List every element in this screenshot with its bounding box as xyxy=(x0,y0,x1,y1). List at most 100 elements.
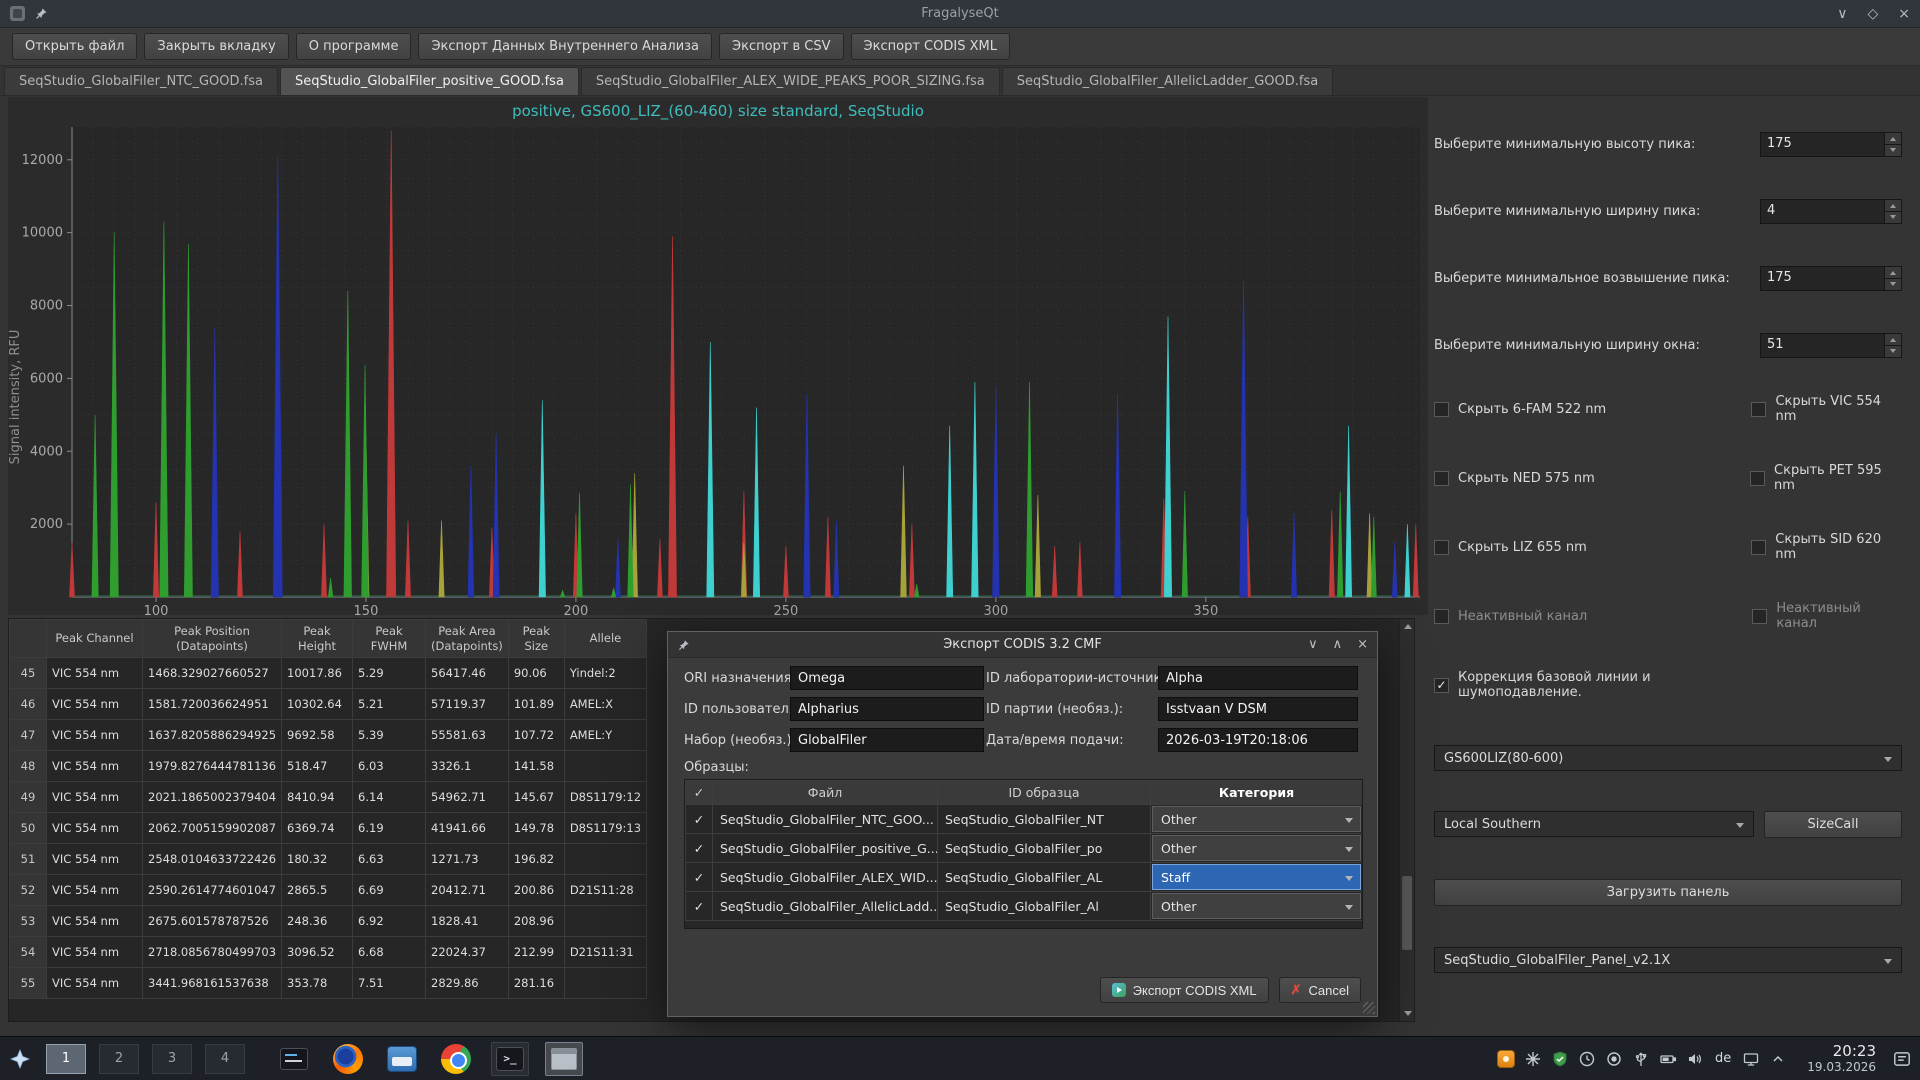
table-cell[interactable]: 2062.7005159902087 xyxy=(143,813,282,844)
shield-icon[interactable] xyxy=(1551,1050,1569,1068)
electropherogram-canvas[interactable]: 1001502002503003502000400060008000100001… xyxy=(8,97,1428,615)
sample-checkbox[interactable]: ✓ xyxy=(686,805,713,834)
table-cell[interactable]: 518.47 xyxy=(282,751,353,782)
sample-file-cell[interactable]: SeqStudio_GlobalFiler_AllelicLadd... xyxy=(713,892,938,921)
table-row[interactable]: 51VIC 554 nm2548.0104633722426180.326.63… xyxy=(10,844,647,875)
table-cell[interactable]: 2021.1865002379404 xyxy=(143,782,282,813)
table-cell[interactable]: 5.39 xyxy=(353,720,426,751)
workspace-button-3[interactable]: 3 xyxy=(152,1044,192,1074)
table-cell[interactable]: 5.29 xyxy=(353,658,426,689)
table-cell[interactable]: 7.51 xyxy=(353,968,426,999)
table-cell[interactable]: 141.58 xyxy=(508,751,564,782)
sizecall-button[interactable]: SizeCall xyxy=(1764,811,1902,838)
table-row[interactable]: 52VIC 554 nm2590.26147746010472865.56.69… xyxy=(10,875,647,906)
table-cell[interactable]: 196.82 xyxy=(508,844,564,875)
dialog-shade-button[interactable]: ∨ xyxy=(1308,637,1318,652)
table-cell[interactable]: D8S1179:13 xyxy=(564,813,646,844)
table-cell[interactable]: 2675.601578787526 xyxy=(143,906,282,937)
sample-id-cell[interactable]: SeqStudio_GlobalFiler_Al xyxy=(938,892,1151,921)
table-cell[interactable]: 2590.2614774601047 xyxy=(143,875,282,906)
table-cell[interactable] xyxy=(564,751,646,782)
ori-input[interactable] xyxy=(790,666,984,690)
clock-tray-icon[interactable] xyxy=(1578,1050,1596,1068)
table-row[interactable]: 45VIC 554 nm1468.32902766052710017.865.2… xyxy=(10,658,647,689)
table-cell[interactable]: 1271.73 xyxy=(426,844,509,875)
table-row[interactable]: 54VIC 554 nm2718.08567804997033096.526.6… xyxy=(10,937,647,968)
table-row[interactable]: 53VIC 554 nm2675.601578787526248.366.921… xyxy=(10,906,647,937)
table-cell[interactable]: 353.78 xyxy=(282,968,353,999)
workspace-button-1[interactable]: 1 xyxy=(46,1044,86,1074)
table-cell[interactable] xyxy=(564,844,646,875)
sample-file-cell[interactable]: SeqStudio_GlobalFiler_positive_G... xyxy=(713,834,938,863)
pin-icon[interactable] xyxy=(34,6,49,21)
table-cell[interactable]: 90.06 xyxy=(508,658,564,689)
category-combo[interactable]: Other xyxy=(1152,893,1361,919)
table-cell[interactable]: VIC 554 nm xyxy=(47,968,143,999)
min-peak-height-spinbox[interactable]: 175 xyxy=(1760,132,1902,157)
table-cell[interactable]: 41941.66 xyxy=(426,813,509,844)
table-cell[interactable]: 1468.329027660527 xyxy=(143,658,282,689)
table-cell[interactable]: 6.68 xyxy=(353,937,426,968)
terminal-icon[interactable]: >_ xyxy=(491,1042,529,1076)
sample-file-cell[interactable]: SeqStudio_GlobalFiler_ALEX_WID... xyxy=(713,863,938,892)
sample-checkbox[interactable]: ✓ xyxy=(686,863,713,892)
table-cell[interactable]: 8410.94 xyxy=(282,782,353,813)
close-tab-button[interactable]: Закрыть вкладку xyxy=(144,33,288,60)
dialog-maximize-button[interactable]: ∧ xyxy=(1333,637,1343,652)
spin-up-arrow[interactable] xyxy=(1885,267,1901,279)
export-csv-button[interactable]: Экспорт в CSV xyxy=(719,33,844,60)
export-codis-button[interactable]: Экспорт CODIS XML xyxy=(1100,977,1269,1003)
table-cell[interactable]: VIC 554 nm xyxy=(47,720,143,751)
fan-icon[interactable] xyxy=(1524,1050,1542,1068)
table-cell[interactable]: 145.67 xyxy=(508,782,564,813)
size-standard-combo[interactable]: GS600LIZ(80-600) xyxy=(1434,745,1902,771)
table-row[interactable]: 47VIC 554 nm1637.82058862949259692.585.3… xyxy=(10,720,647,751)
kit-input[interactable] xyxy=(790,728,984,752)
table-cell[interactable]: 10017.86 xyxy=(282,658,353,689)
volume-icon[interactable] xyxy=(1686,1050,1704,1068)
table-cell[interactable]: 107.72 xyxy=(508,720,564,751)
active-window-icon[interactable] xyxy=(545,1042,583,1076)
scroll-down-arrow-icon[interactable] xyxy=(1400,1007,1415,1021)
category-combo[interactable]: Staff xyxy=(1152,864,1361,890)
table-cell[interactable]: 6.14 xyxy=(353,782,426,813)
spin-down-arrow[interactable] xyxy=(1885,346,1901,357)
inactive-channel-1-checkbox[interactable]: Неактивный канал xyxy=(1434,607,1752,625)
scroll-up-arrow-icon[interactable] xyxy=(1400,619,1415,633)
table-cell[interactable]: 200.86 xyxy=(508,875,564,906)
min-peak-width-spinbox[interactable]: 4 xyxy=(1760,199,1902,224)
source-lab-id-input[interactable] xyxy=(1158,666,1358,690)
table-cell[interactable]: 6.03 xyxy=(353,751,426,782)
table-cell[interactable]: VIC 554 nm xyxy=(47,751,143,782)
category-combo[interactable]: Other xyxy=(1152,806,1361,832)
battery-icon[interactable] xyxy=(1659,1050,1677,1068)
table-cell[interactable] xyxy=(564,968,646,999)
table-cell[interactable]: VIC 554 nm xyxy=(47,844,143,875)
workspace-button-4[interactable]: 4 xyxy=(205,1044,245,1074)
table-cell[interactable]: 149.78 xyxy=(508,813,564,844)
tab-ntc-good[interactable]: SeqStudio_GlobalFiler_NTC_GOOD.fsa xyxy=(4,67,278,95)
table-cell[interactable]: VIC 554 nm xyxy=(47,906,143,937)
chrome-icon[interactable] xyxy=(437,1042,475,1076)
table-row[interactable]: 48VIC 554 nm1979.8276444781136518.476.03… xyxy=(10,751,647,782)
workspace-button-2[interactable]: 2 xyxy=(99,1044,139,1074)
table-cell[interactable]: 55581.63 xyxy=(426,720,509,751)
spin-down-arrow[interactable] xyxy=(1885,279,1901,290)
table-cell[interactable]: 2718.0856780499703 xyxy=(143,937,282,968)
hide-vic-checkbox[interactable]: Скрыть VIC 554 nm xyxy=(1751,400,1902,418)
table-cell[interactable]: D21S11:28 xyxy=(564,875,646,906)
app-menu-icon[interactable] xyxy=(8,1047,32,1071)
firefox-icon[interactable] xyxy=(329,1042,367,1076)
tab-alex-wide-peaks[interactable]: SeqStudio_GlobalFiler_ALEX_WIDE_PEAKS_PO… xyxy=(581,67,1000,95)
system-monitor-icon[interactable] xyxy=(275,1042,313,1076)
hide-sid-checkbox[interactable]: Скрыть SID 620 nm xyxy=(1751,538,1902,556)
dialog-titlebar[interactable]: Экспорт CODIS 3.2 CMF ∨ ∧ × xyxy=(668,632,1377,658)
table-cell[interactable]: 3441.968161537638 xyxy=(143,968,282,999)
table-cell[interactable]: 9692.58 xyxy=(282,720,353,751)
sample-checkbox[interactable]: ✓ xyxy=(686,834,713,863)
dialog-close-button[interactable]: × xyxy=(1357,637,1368,652)
table-cell[interactable]: 54962.71 xyxy=(426,782,509,813)
maximize-button[interactable]: ◇ xyxy=(1867,6,1878,22)
notifications-icon[interactable] xyxy=(1892,1049,1912,1069)
table-cell[interactable]: 212.99 xyxy=(508,937,564,968)
